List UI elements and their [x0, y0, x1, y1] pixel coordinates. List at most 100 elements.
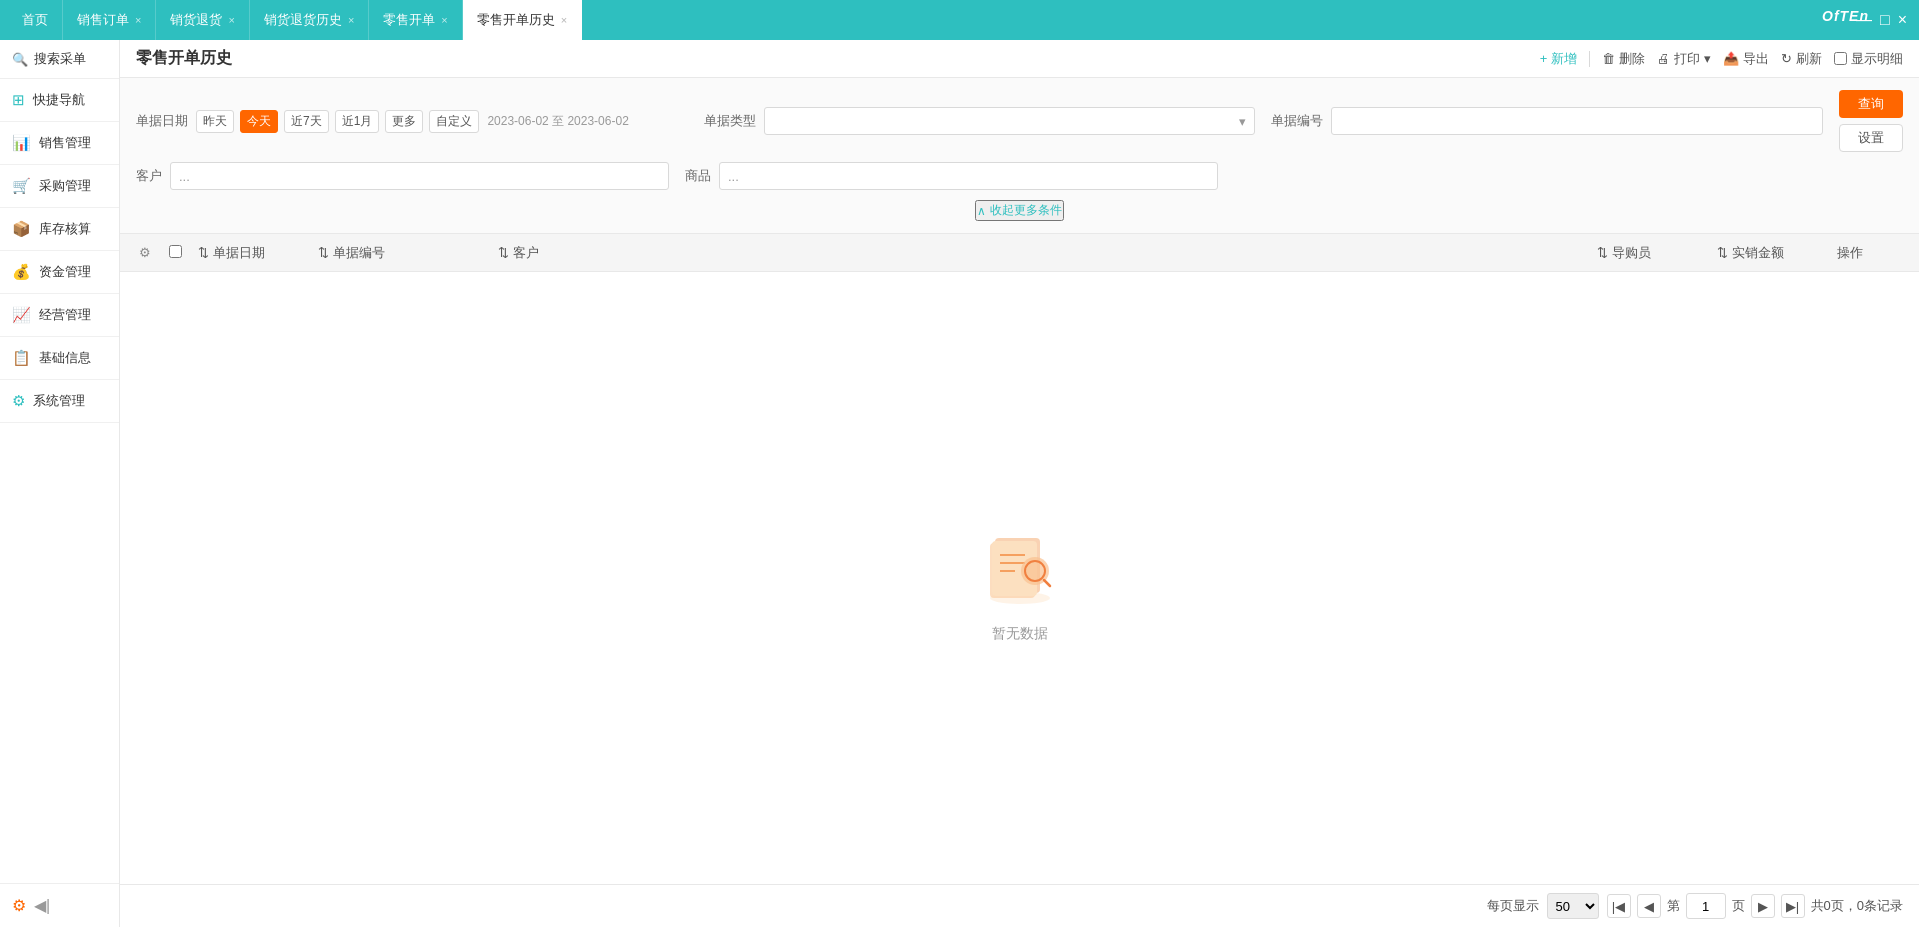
- th-date[interactable]: ⇅ 单据日期: [190, 244, 310, 262]
- customer-field: 客户 ...: [136, 162, 669, 190]
- goods-field: 商品 ...: [685, 162, 1218, 190]
- number-field: 单据编号: [1271, 107, 1823, 135]
- goods-label: 商品: [685, 167, 711, 185]
- customer-input[interactable]: ...: [170, 162, 669, 190]
- close-icon[interactable]: ×: [561, 14, 567, 26]
- navigation-icon: ⊞: [12, 91, 25, 109]
- search-icon: 🔍: [12, 52, 28, 67]
- tab-sales-order[interactable]: 销售订单 ×: [63, 0, 156, 40]
- tab-bar: 首页 销售订单 × 销货退货 × 销货退货历史 × 零售开单 × 零售开单历史 …: [0, 0, 1919, 40]
- date-custom[interactable]: 自定义: [429, 110, 479, 133]
- settings-button[interactable]: 设置: [1839, 124, 1903, 152]
- sidebar-item-purchase[interactable]: 🛒 采购管理: [0, 165, 119, 208]
- empty-state: 暂无数据: [970, 513, 1070, 643]
- date-group: 昨天 今天 近7天 近1月 更多 自定义: [196, 110, 479, 133]
- close-icon[interactable]: ×: [441, 14, 447, 26]
- tab-retail-order[interactable]: 零售开单 ×: [369, 0, 462, 40]
- number-input[interactable]: [1331, 107, 1823, 135]
- date-more[interactable]: 更多: [385, 110, 423, 133]
- export-button[interactable]: 📤 导出: [1723, 50, 1769, 68]
- search-row-2: 客户 ... 商品 ...: [136, 162, 1903, 190]
- date-field: 单据日期 昨天 今天 近7天 近1月 更多 自定义 2023-06-02 至 2…: [136, 110, 688, 133]
- sidebar-bottom: ⚙ ◀|: [0, 883, 119, 927]
- delete-icon: 🗑: [1602, 51, 1615, 66]
- management-icon: 📈: [12, 306, 31, 324]
- page-input[interactable]: [1686, 893, 1726, 919]
- sidebar-item-sales[interactable]: 📊 销售管理: [0, 122, 119, 165]
- tab-return-history[interactable]: 销货退货历史 ×: [250, 0, 369, 40]
- table-area: ⚙ ⇅ 单据日期 ⇅ 单据编号 ⇅ 客户 ⇅ 导购员: [120, 234, 1919, 884]
- display-detail-toggle[interactable]: 显示明细: [1834, 50, 1903, 68]
- refresh-icon: ↻: [1781, 51, 1792, 66]
- date-today[interactable]: 今天: [240, 110, 278, 133]
- tab-home[interactable]: 首页: [8, 0, 63, 40]
- th-guide[interactable]: ⇅ 导购员: [1589, 244, 1709, 262]
- delete-button[interactable]: 🗑 删除: [1602, 50, 1645, 68]
- toolbar: + 新增 🗑 删除 🖨 打印 ▾ 📤 导出 ↻ 刷新: [1540, 50, 1903, 68]
- divider: [1589, 51, 1590, 67]
- search-row-1: 单据日期 昨天 今天 近7天 近1月 更多 自定义 2023-06-02 至 2…: [136, 90, 1903, 152]
- column-settings-btn[interactable]: ⚙: [130, 245, 160, 260]
- table-header: ⚙ ⇅ 单据日期 ⇅ 单据编号 ⇅ 客户 ⇅ 导购员: [120, 234, 1919, 272]
- print-button[interactable]: 🖨 打印 ▾: [1657, 50, 1711, 68]
- page-suffix: 页: [1732, 897, 1745, 915]
- search-area: 单据日期 昨天 今天 近7天 近1月 更多 自定义 2023-06-02 至 2…: [120, 78, 1919, 234]
- sidebar: 🔍 搜索采单 ⊞ 快捷导航 📊 销售管理 🛒 采购管理 📦 库存核算 💰 资金管…: [0, 40, 120, 927]
- maximize-btn[interactable]: □: [1880, 11, 1890, 29]
- query-button[interactable]: 查询: [1839, 90, 1903, 118]
- sidebar-item-basic-info[interactable]: 📋 基础信息: [0, 337, 119, 380]
- settings-icon[interactable]: ⚙: [12, 896, 26, 915]
- customer-label: 客户: [136, 167, 162, 185]
- collapse-button[interactable]: ∧ 收起更多条件: [975, 200, 1064, 221]
- finance-icon: 💰: [12, 263, 31, 281]
- new-button[interactable]: + 新增: [1540, 50, 1577, 68]
- sidebar-item-inventory[interactable]: 📦 库存核算: [0, 208, 119, 251]
- print-icon: 🖨: [1657, 51, 1670, 66]
- sidebar-collapse-icon[interactable]: ◀|: [34, 896, 50, 915]
- sidebar-search[interactable]: 🔍 搜索采单: [0, 40, 119, 79]
- per-page-select[interactable]: 50 100 200: [1547, 893, 1599, 919]
- sidebar-item-management[interactable]: 📈 经营管理: [0, 294, 119, 337]
- page-header: 零售开单历史 + 新增 🗑 删除 🖨 打印 ▾ 📤 导出 ↻: [120, 40, 1919, 78]
- refresh-button[interactable]: ↻ 刷新: [1781, 50, 1822, 68]
- number-label: 单据编号: [1271, 112, 1323, 130]
- print-arrow-icon: ▾: [1704, 51, 1711, 66]
- sort-icon: ⇅: [318, 245, 329, 260]
- th-number[interactable]: ⇅ 单据编号: [310, 244, 490, 262]
- prev-page-btn[interactable]: ◀: [1637, 894, 1661, 918]
- inventory-icon: 📦: [12, 220, 31, 238]
- page-title: 零售开单历史: [136, 48, 232, 69]
- sort-icon: ⇅: [1717, 245, 1728, 260]
- table-body: 暂无数据: [120, 272, 1919, 884]
- main-content: 零售开单历史 + 新增 🗑 删除 🖨 打印 ▾ 📤 导出 ↻: [120, 40, 1919, 927]
- close-icon[interactable]: ×: [135, 14, 141, 26]
- th-amount[interactable]: ⇅ 实销金额: [1709, 244, 1829, 262]
- first-page-btn[interactable]: |◀: [1607, 894, 1631, 918]
- th-customer[interactable]: ⇅ 客户: [490, 244, 1589, 262]
- checkbox-all[interactable]: [169, 245, 182, 258]
- sidebar-item-navigation[interactable]: ⊞ 快捷导航: [0, 79, 119, 122]
- dropdown-icon: ▾: [1239, 114, 1246, 129]
- next-page-btn[interactable]: ▶: [1751, 894, 1775, 918]
- select-all-checkbox[interactable]: [160, 245, 190, 261]
- goods-input[interactable]: ...: [719, 162, 1218, 190]
- close-btn[interactable]: ×: [1898, 11, 1907, 29]
- sort-icon: ⇅: [198, 245, 209, 260]
- close-icon[interactable]: ×: [228, 14, 234, 26]
- per-page-label: 每页显示: [1487, 897, 1539, 915]
- type-select[interactable]: ▾: [764, 107, 1256, 135]
- last-page-btn[interactable]: ▶|: [1781, 894, 1805, 918]
- date-7days[interactable]: 近7天: [284, 110, 329, 133]
- tab-return[interactable]: 销货退货 ×: [156, 0, 249, 40]
- date-1month[interactable]: 近1月: [335, 110, 380, 133]
- sidebar-item-finance[interactable]: 💰 资金管理: [0, 251, 119, 294]
- display-checkbox[interactable]: [1834, 52, 1847, 65]
- sort-icon: ⇅: [498, 245, 509, 260]
- close-icon[interactable]: ×: [348, 14, 354, 26]
- date-label: 单据日期: [136, 112, 188, 130]
- sales-icon: 📊: [12, 134, 31, 152]
- export-icon: 📤: [1723, 51, 1739, 66]
- date-yesterday[interactable]: 昨天: [196, 110, 234, 133]
- tab-retail-history[interactable]: 零售开单历史 ×: [463, 0, 582, 40]
- sidebar-item-system[interactable]: ⚙ 系统管理: [0, 380, 119, 423]
